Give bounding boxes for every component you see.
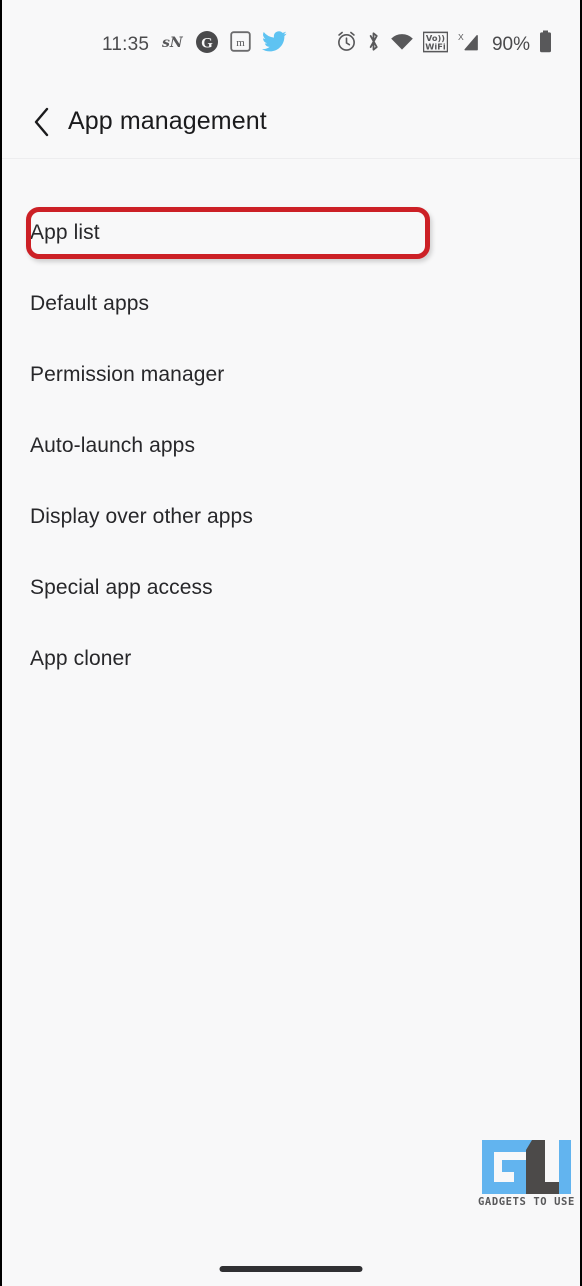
- battery-percent-label: 90%: [491, 33, 530, 55]
- wifi-icon: [390, 32, 414, 57]
- svg-text:X: X: [458, 32, 464, 42]
- status-bar-right-group: Vo)) WiFi X 90%: [336, 30, 552, 58]
- list-item-label: Default apps: [30, 292, 150, 315]
- back-button[interactable]: [24, 104, 60, 140]
- battery-icon: [539, 30, 552, 58]
- google-icon: G: [195, 30, 219, 59]
- svg-text:m: m: [236, 37, 245, 49]
- twitter-icon: [262, 31, 287, 57]
- list-item-label: Special app access: [30, 576, 213, 599]
- list-item-display-over-other-apps[interactable]: Display over other apps: [2, 492, 580, 542]
- list-item-permission-manager[interactable]: Permission manager: [2, 350, 580, 400]
- svg-text:G: G: [201, 35, 213, 51]
- list-item-default-apps[interactable]: Default apps: [2, 279, 580, 329]
- alarm-icon: [336, 31, 357, 57]
- bluetooth-icon: [366, 31, 381, 57]
- list-item-special-app-access[interactable]: Special app access: [2, 563, 580, 613]
- watermark: GADGETS TO USE: [478, 1138, 574, 1216]
- list-item-label: Permission manager: [30, 363, 225, 386]
- status-bar-left-group: 11:35 sN G m: [102, 30, 287, 58]
- list-item-label: Display over other apps: [30, 505, 253, 528]
- app-bar: App management: [2, 74, 580, 158]
- gadgets-to-use-logo-icon: [478, 1138, 574, 1196]
- mobile-signal-no-sim-icon: X: [457, 31, 480, 58]
- status-bar-clock: 11:35: [102, 33, 150, 55]
- svg-text:sN: sN: [162, 35, 184, 51]
- mastodon-icon: m: [230, 31, 251, 57]
- list-item-label: App cloner: [30, 647, 132, 670]
- home-gesture-bar[interactable]: [219, 1266, 363, 1272]
- status-bar: 11:35 sN G m Vo)) WiFi X 90%: [2, 0, 580, 74]
- header-divider: [2, 158, 580, 159]
- list-item-label: Auto-launch apps: [30, 434, 196, 457]
- volte-wifi-icon: Vo)) WiFi: [422, 31, 449, 58]
- watermark-text: GADGETS TO USE: [478, 1196, 575, 1208]
- list-item-app-cloner[interactable]: App cloner: [2, 634, 580, 684]
- list-item-auto-launch-apps[interactable]: Auto-launch apps: [2, 421, 580, 471]
- svg-text:WiFi: WiFi: [425, 41, 446, 51]
- page-title: App management: [68, 107, 267, 135]
- phone-screen: 11:35 sN G m Vo)) WiFi X 90% App managem…: [2, 0, 580, 1286]
- annotation-highlight-box: [26, 207, 430, 259]
- samsung-notes-icon: sN: [160, 31, 184, 58]
